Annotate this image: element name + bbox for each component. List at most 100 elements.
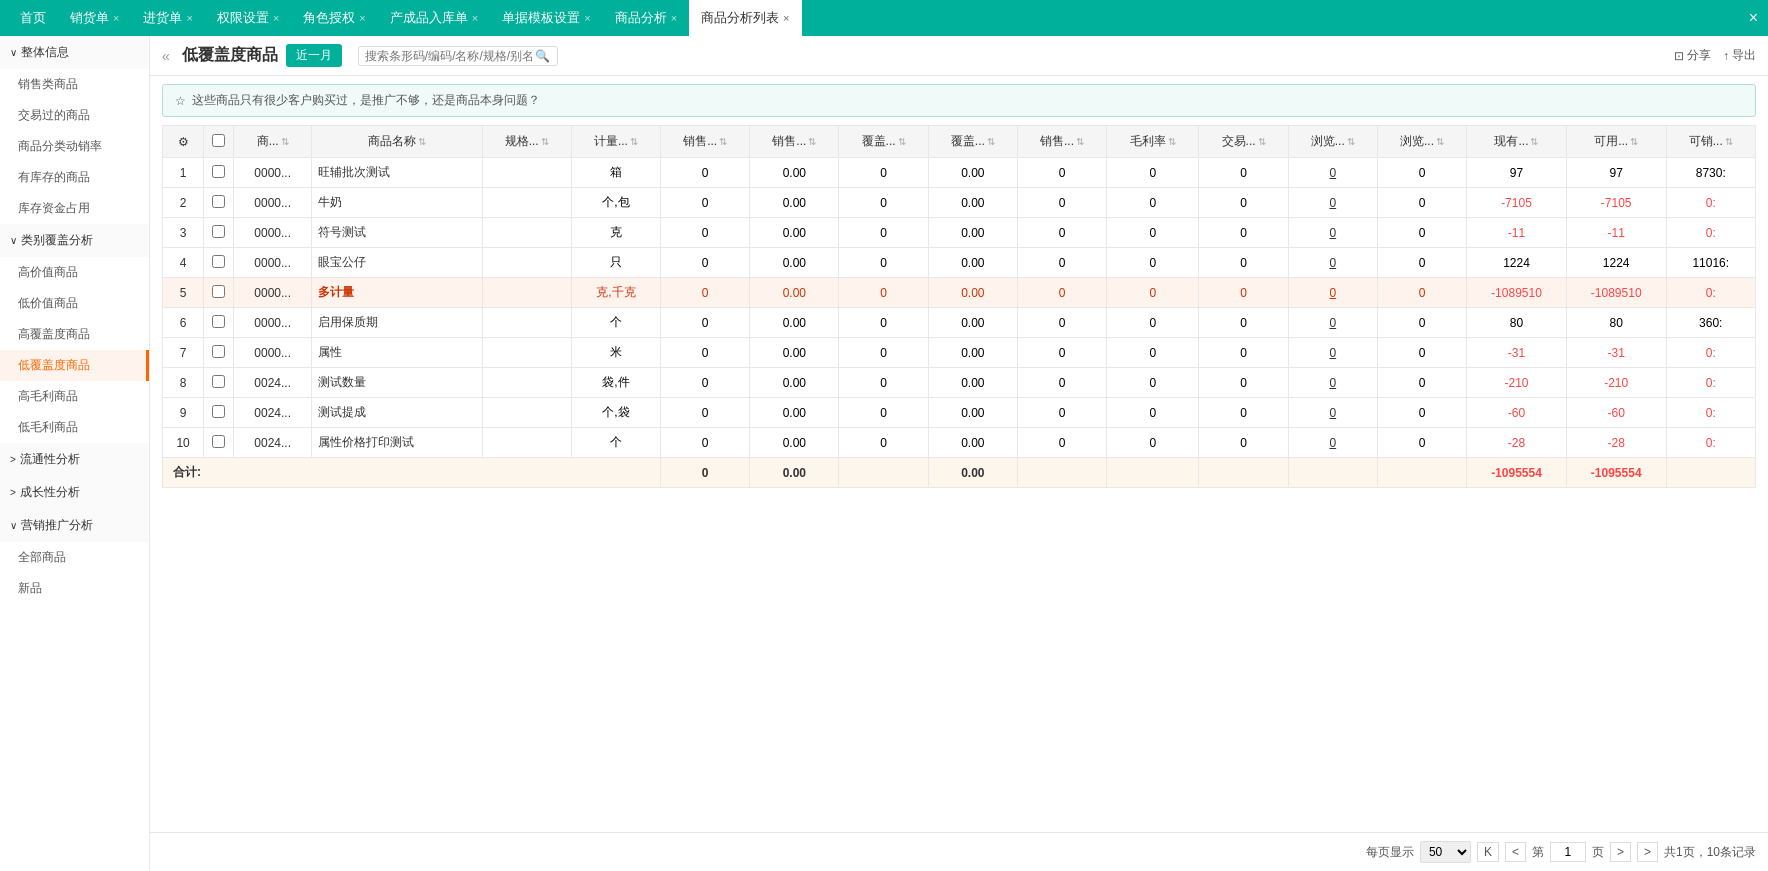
row-browse1[interactable]: 0	[1288, 188, 1377, 218]
row-browse1[interactable]: 0	[1288, 248, 1377, 278]
per-page-select[interactable]: 50 20 100	[1420, 841, 1471, 863]
row-checkbox[interactable]	[204, 248, 234, 278]
row-code: 0000...	[234, 188, 312, 218]
nav-product-analysis-list-close[interactable]: ×	[783, 12, 789, 24]
row-coverage2: 0.00	[928, 278, 1017, 308]
row-checkbox[interactable]	[204, 428, 234, 458]
nav-sales[interactable]: 销货单 ×	[58, 0, 131, 36]
th-spec: 规格...⇅	[482, 126, 571, 158]
row-name[interactable]: 启用保质期	[312, 308, 483, 338]
row-browse2: 0	[1377, 158, 1466, 188]
export-btn[interactable]: ↑ 导出	[1723, 47, 1756, 64]
row-checkbox[interactable]	[204, 308, 234, 338]
row-browse2: 0	[1377, 368, 1466, 398]
nav-roles-close[interactable]: ×	[359, 12, 365, 24]
th-settings[interactable]: ⚙	[163, 126, 204, 158]
sidebar-item-low-value[interactable]: 低价值商品	[0, 288, 149, 319]
row-name[interactable]: 属性	[312, 338, 483, 368]
row-name[interactable]: 眼宝公仔	[312, 248, 483, 278]
row-gross-margin: 0	[1107, 188, 1199, 218]
row-spec	[482, 428, 571, 458]
row-name[interactable]: 属性价格打印测试	[312, 428, 483, 458]
row-name[interactable]: 旺辅批次测试	[312, 158, 483, 188]
sidebar-item-stocked-goods[interactable]: 有库存的商品	[0, 162, 149, 193]
last-page-btn[interactable]: >	[1637, 842, 1658, 862]
nav-permissions-close[interactable]: ×	[273, 12, 279, 24]
nav-purchase[interactable]: 进货单 ×	[131, 0, 204, 36]
sidebar-section-circulation[interactable]: > 流通性分析	[0, 443, 149, 476]
row-checkbox[interactable]	[204, 158, 234, 188]
row-browse1[interactable]: 0	[1288, 338, 1377, 368]
row-browse1[interactable]: 0	[1288, 428, 1377, 458]
sidebar-item-all-goods[interactable]: 全部商品	[0, 542, 149, 573]
sidebar-section-overall[interactable]: ∨ 整体信息	[0, 36, 149, 69]
row-coverage2: 0.00	[928, 248, 1017, 278]
arrow-icon: ∨	[10, 47, 17, 58]
row-checkbox[interactable]	[204, 188, 234, 218]
row-browse1[interactable]: 0	[1288, 218, 1377, 248]
sidebar-section-growth[interactable]: > 成长性分析	[0, 476, 149, 509]
row-checkbox[interactable]	[204, 398, 234, 428]
sidebar-item-sales-goods[interactable]: 销售类商品	[0, 69, 149, 100]
row-browse1[interactable]: 0	[1288, 368, 1377, 398]
row-browse2: 0	[1377, 218, 1466, 248]
nav-home[interactable]: 首页	[8, 0, 58, 36]
sidebar-item-high-value[interactable]: 高价值商品	[0, 257, 149, 288]
row-name[interactable]: 测试提成	[312, 398, 483, 428]
summary-empty7	[1666, 458, 1755, 488]
window-close-btn[interactable]: ×	[1749, 9, 1758, 27]
row-browse1[interactable]: 0	[1288, 398, 1377, 428]
row-checkbox[interactable]	[204, 278, 234, 308]
sidebar-item-low-margin[interactable]: 低毛利商品	[0, 412, 149, 443]
nav-product-analysis[interactable]: 商品分析 ×	[603, 0, 689, 36]
next-page-btn[interactable]: >	[1610, 842, 1631, 862]
row-browse1[interactable]: 0	[1288, 308, 1377, 338]
prev-page-btn[interactable]: <	[1505, 842, 1526, 862]
sidebar-item-new-goods[interactable]: 新品	[0, 573, 149, 604]
row-spec	[482, 218, 571, 248]
row-num: 3	[163, 218, 204, 248]
nav-purchase-close[interactable]: ×	[186, 12, 192, 24]
row-checkbox[interactable]	[204, 368, 234, 398]
row-browse1[interactable]: 0	[1288, 158, 1377, 188]
row-name[interactable]: 符号测试	[312, 218, 483, 248]
sidebar-item-traded-goods[interactable]: 交易过的商品	[0, 100, 149, 131]
nav-product-stock-close[interactable]: ×	[472, 12, 478, 24]
sidebar-item-high-margin[interactable]: 高毛利商品	[0, 381, 149, 412]
row-sales-qty: 0	[661, 248, 750, 278]
row-sales-qty: 0	[661, 158, 750, 188]
row-name[interactable]: 多计量	[312, 278, 483, 308]
date-filter-btn[interactable]: 近一月	[286, 44, 342, 67]
row-browse1[interactable]: 0	[1288, 278, 1377, 308]
share-btn[interactable]: ⊡ 分享	[1674, 47, 1711, 64]
sidebar-item-high-coverage[interactable]: 高覆盖度商品	[0, 319, 149, 350]
sidebar-item-category-rate[interactable]: 商品分类动销率	[0, 131, 149, 162]
first-page-btn[interactable]: K	[1477, 842, 1499, 862]
row-name[interactable]: 牛奶	[312, 188, 483, 218]
per-page-label: 每页显示	[1366, 844, 1414, 861]
search-icon[interactable]: 🔍	[535, 49, 550, 63]
row-num: 1	[163, 158, 204, 188]
nav-product-analysis-close[interactable]: ×	[671, 12, 677, 24]
nav-permissions[interactable]: 权限设置 ×	[205, 0, 291, 36]
page-number-input[interactable]	[1550, 842, 1586, 862]
row-checkbox[interactable]	[204, 218, 234, 248]
sidebar-item-low-coverage[interactable]: 低覆盖度商品	[0, 350, 149, 381]
sidebar-section-marketing[interactable]: ∨ 营销推广分析	[0, 509, 149, 542]
nav-product-analysis-list[interactable]: 商品分析列表 ×	[689, 0, 801, 36]
nav-template-close[interactable]: ×	[584, 12, 590, 24]
sidebar-section-category[interactable]: ∨ 类别覆盖分析	[0, 224, 149, 257]
select-all-checkbox[interactable]	[212, 134, 225, 147]
row-sales-qty: 0	[661, 188, 750, 218]
sidebar: ∨ 整体信息 销售类商品 交易过的商品 商品分类动销率 有库存的商品 库存资金占…	[0, 36, 150, 871]
sidebar-item-inventory-capital[interactable]: 库存资金占用	[0, 193, 149, 224]
th-checkbox[interactable]	[204, 126, 234, 158]
nav-product-stock[interactable]: 产成品入库单 ×	[378, 0, 490, 36]
nav-sales-close[interactable]: ×	[113, 12, 119, 24]
collapse-sidebar-btn[interactable]: «	[162, 48, 170, 64]
row-checkbox[interactable]	[204, 338, 234, 368]
nav-roles[interactable]: 角色授权 ×	[291, 0, 377, 36]
nav-template[interactable]: 单据模板设置 ×	[490, 0, 602, 36]
row-name[interactable]: 测试数量	[312, 368, 483, 398]
search-input[interactable]	[365, 49, 535, 63]
